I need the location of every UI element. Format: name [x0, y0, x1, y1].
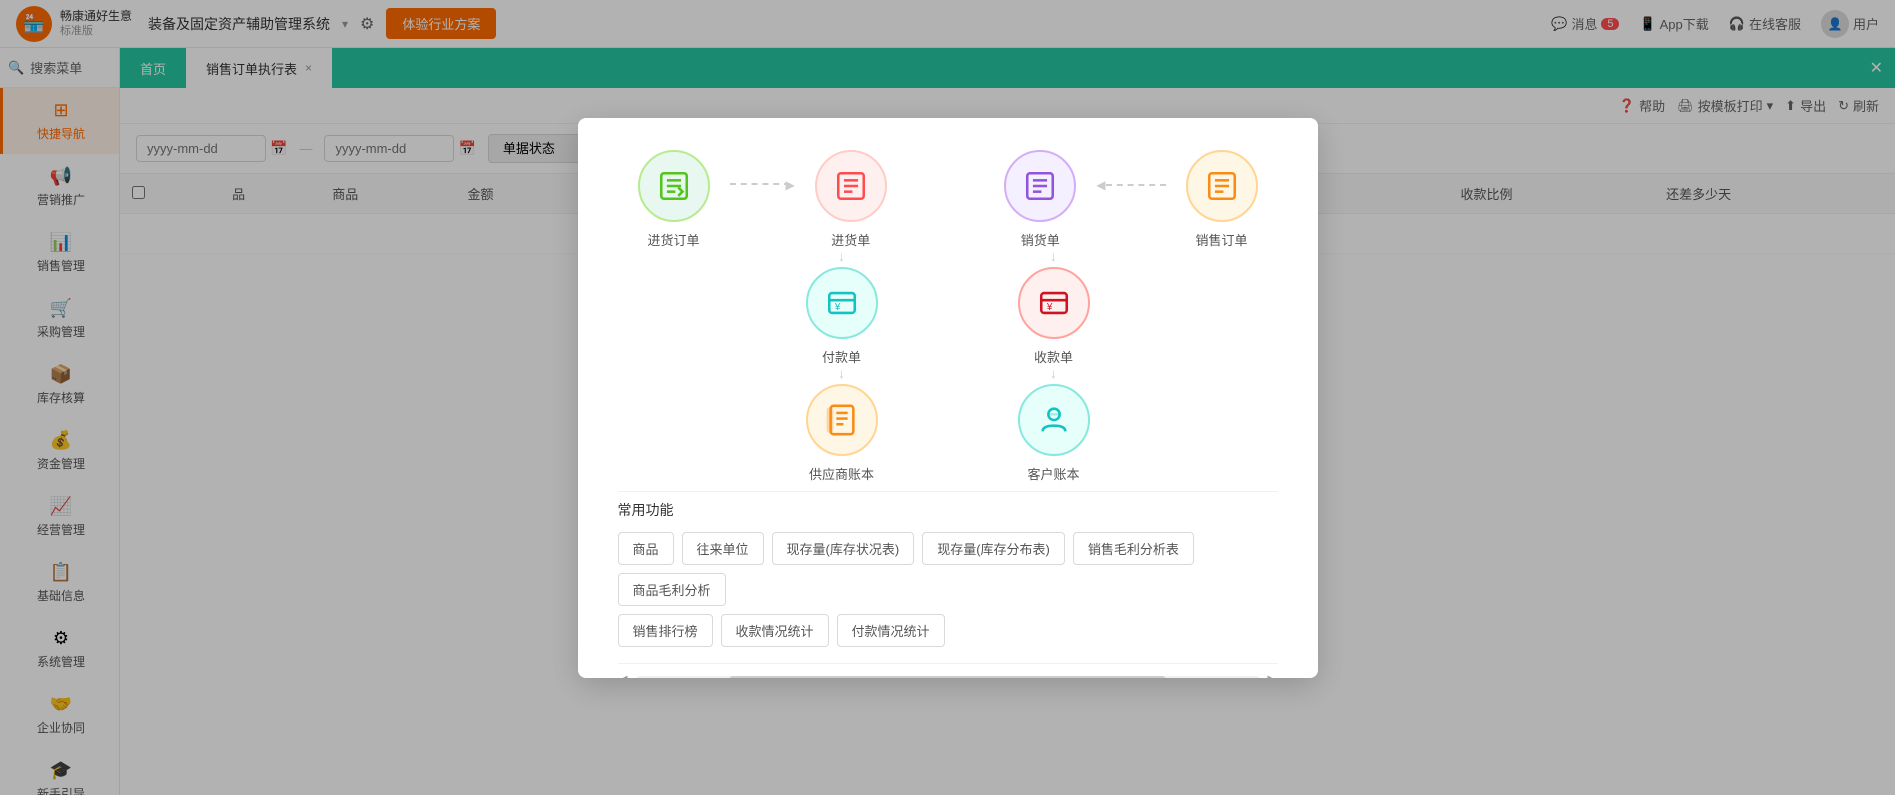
func-btn-partner[interactable]: 往来单位 [682, 532, 764, 565]
func-btn-receipt-stats[interactable]: 收款情况统计 [721, 614, 829, 647]
arrow-down-purchase-bill: ↓ [806, 249, 878, 263]
wf-node-supplier-account: 供应商账本 [806, 384, 878, 483]
purchase-order-label: 进货订单 [647, 230, 699, 249]
scrollbar-thumb[interactable] [729, 676, 1166, 678]
func-btn-stock-dist[interactable]: 现存量(库存分布表) [922, 532, 1065, 565]
sales-bill-circle [1004, 150, 1076, 222]
func-buttons-row1: 商品 往来单位 现存量(库存状况表) 现存量(库存分布表) 销售毛利分析表 商品… [618, 532, 1278, 606]
customer-account-circle [1018, 384, 1090, 456]
wf-node-sales-order: 销售订单 [1186, 150, 1258, 249]
modal-scrollbar: ◀ ▶ [618, 663, 1278, 678]
func-buttons-row2: 销售排行榜 收款情况统计 付款情况统计 [618, 614, 1278, 647]
arrow-down-payment: ↓ [806, 366, 878, 380]
scroll-left-icon[interactable]: ◀ [618, 672, 628, 678]
customer-account-label: 客户账本 [1027, 464, 1079, 483]
func-btn-product[interactable]: 商品 [618, 532, 674, 565]
workflow-mid-row: ¥ 付款单 ¥ [618, 267, 1278, 366]
purchase-order-circle [638, 150, 710, 222]
func-btn-stock-status[interactable]: 现存量(库存状况表) [772, 532, 915, 565]
wf-node-receipt-bill: ¥ 收款单 [1018, 267, 1090, 366]
purchase-bill-label: 进货单 [831, 230, 870, 249]
func-btn-payment-stats[interactable]: 付款情况统计 [837, 614, 945, 647]
supplier-account-label: 供应商账本 [809, 464, 874, 483]
svg-text:¥: ¥ [1045, 302, 1052, 313]
sales-order-circle [1186, 150, 1258, 222]
scroll-right-icon[interactable]: ▶ [1268, 672, 1278, 678]
workflow-diagram: 进货订单 进货 [618, 150, 1278, 483]
common-functions-title: 常用功能 [618, 500, 1278, 520]
arrow-down-sales-bill: ↓ [1018, 249, 1090, 263]
payment-bill-circle: ¥ [806, 267, 878, 339]
sales-bill-label: 销货单 [1021, 230, 1060, 249]
workflow-bot-row: 供应商账本 客户账本 [618, 384, 1278, 483]
modal-overlay[interactable]: 进货订单 进货 [0, 0, 1895, 795]
func-btn-sales-profit[interactable]: 销售毛利分析表 [1073, 532, 1194, 565]
func-btn-sales-ranking[interactable]: 销售排行榜 [618, 614, 713, 647]
section-divider [618, 491, 1278, 492]
workflow-top-row: 进货订单 进货 [618, 150, 1278, 249]
arrow-sales-order-to-bill: ◀ [1096, 178, 1165, 220]
modal-body: 进货订单 进货 [578, 118, 1318, 678]
supplier-account-circle [806, 384, 878, 456]
payment-bill-label: 付款单 [822, 347, 861, 366]
purchase-bill-circle [815, 150, 887, 222]
wf-node-customer-account: 客户账本 [1018, 384, 1090, 483]
wf-node-payment-bill: ¥ 付款单 [806, 267, 878, 366]
modal-dialog: 进货订单 进货 [578, 118, 1318, 678]
workflow-arrows-row2: ↓ ↓ [618, 366, 1278, 380]
receipt-bill-label: 收款单 [1034, 347, 1073, 366]
arrow-purchase-order-to-bill [730, 178, 795, 220]
svg-text:¥: ¥ [833, 302, 840, 313]
func-btn-product-profit[interactable]: 商品毛利分析 [618, 573, 726, 606]
receipt-bill-circle: ¥ [1018, 267, 1090, 339]
wf-node-purchase-order: 进货订单 [638, 150, 710, 249]
wf-node-sales-bill: 销货单 [1004, 150, 1076, 249]
scrollbar-track[interactable] [636, 676, 1260, 678]
wf-node-purchase-bill: 进货单 [815, 150, 887, 249]
common-functions: 常用功能 商品 往来单位 现存量(库存状况表) 现存量(库存分布表) 销售毛利分… [618, 500, 1278, 647]
sales-order-label: 销售订单 [1195, 230, 1247, 249]
arrow-down-receipt: ↓ [1018, 366, 1090, 380]
workflow-arrows-row1: ↓ ↓ [618, 249, 1278, 263]
